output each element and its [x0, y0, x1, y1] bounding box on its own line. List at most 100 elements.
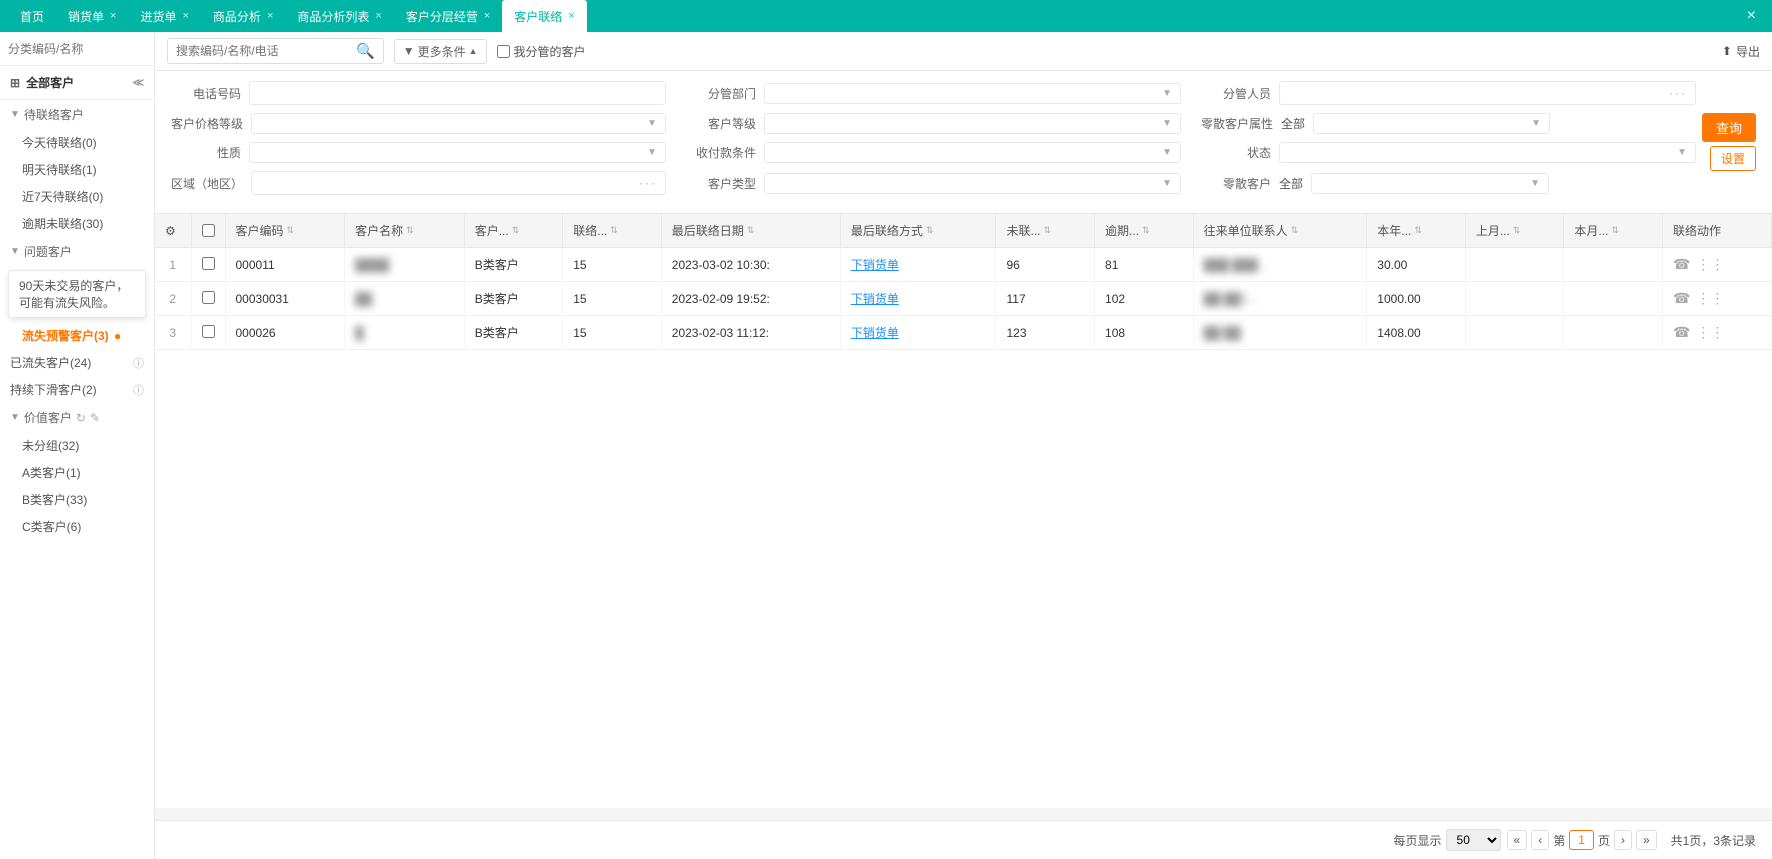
sidebar-declining[interactable]: 持续下滑客户(2) ⓘ	[0, 376, 154, 403]
collapse-icon: ≪	[132, 76, 144, 89]
next-page-button[interactable]: ›	[1614, 830, 1632, 850]
row-checkbox-1[interactable]	[202, 257, 215, 270]
sidebar-churn-warning[interactable]: 流失预警客户(3) ●	[0, 322, 154, 349]
prev-page-button[interactable]: ‹	[1531, 830, 1549, 850]
query-button[interactable]: 查询	[1702, 113, 1756, 142]
contact-action-icon-3[interactable]: ☎	[1673, 324, 1690, 341]
page-label-suffix: 页	[1598, 832, 1610, 849]
filter-dept-select[interactable]: ▼	[764, 83, 1181, 104]
more-action-icon-2[interactable]: ⋮⋮	[1696, 290, 1724, 307]
th-contact[interactable]: 联络... ⇅	[563, 214, 662, 248]
row-num-1: 1	[155, 248, 191, 282]
row-contact-person-2: ██ ██3...	[1193, 282, 1367, 316]
th-last-month[interactable]: 上月... ⇅	[1465, 214, 1564, 248]
settings-button[interactable]: 设置	[1710, 146, 1756, 171]
sidebar-group-problem[interactable]: ▼ 问题客户	[0, 237, 154, 266]
filter-nature-select[interactable]: ▼	[249, 142, 666, 163]
filter-price-level-select[interactable]: ▼	[251, 113, 666, 134]
th-name[interactable]: 客户名称 ⇅	[345, 214, 465, 248]
filter-status: 状态 ▼	[1201, 142, 1696, 163]
filter-person-input[interactable]: ···	[1279, 81, 1696, 105]
th-last-contact-method[interactable]: 最后联络方式 ⇅	[840, 214, 996, 248]
filter-icon: ▼	[403, 44, 415, 58]
edit-icon[interactable]: ✎	[90, 411, 100, 425]
th-last-contact-date[interactable]: 最后联络日期 ⇅	[661, 214, 840, 248]
first-page-button[interactable]: «	[1507, 830, 1528, 850]
row-check-1[interactable]	[191, 248, 225, 282]
page-nav: « ‹ 第 1 页 › »	[1507, 830, 1657, 850]
close-sales-tab[interactable]: ×	[110, 10, 116, 22]
sidebar-tomorrow-pending[interactable]: 明天待联络(1)	[0, 156, 154, 183]
filter-customer-grade-select[interactable]: ▼	[764, 113, 1181, 134]
filter-retail-customer-select[interactable]: ▼	[1311, 173, 1549, 194]
sidebar-week-pending[interactable]: 近7天待联络(0)	[0, 183, 154, 210]
contact-action-icon-2[interactable]: ☎	[1673, 290, 1690, 307]
close-product-analysis-tab[interactable]: ×	[267, 10, 273, 22]
row-last-method-1[interactable]: 下销货单	[840, 248, 996, 282]
more-action-icon-1[interactable]: ⋮⋮	[1696, 256, 1724, 273]
nav-customer-tier[interactable]: 客户分层经营 ×	[394, 0, 502, 32]
nav-sales[interactable]: 销货单 ×	[56, 0, 128, 32]
refresh-icon[interactable]: ↻	[76, 411, 86, 425]
filter-dept: 分管部门 ▼	[686, 83, 1181, 104]
sidebar-churned[interactable]: 已流失客户(24) ⓘ	[0, 349, 154, 376]
th-contact-person[interactable]: 往来单位联系人 ⇅	[1193, 214, 1367, 248]
select-all-checkbox[interactable]	[202, 224, 215, 237]
th-settings[interactable]: ⚙	[155, 214, 191, 248]
main-search-button[interactable]: 🔍	[356, 42, 375, 60]
sidebar-group-pending[interactable]: ▼ 待联络客户	[0, 100, 154, 129]
close-product-list-tab[interactable]: ×	[375, 10, 381, 22]
th-this-year[interactable]: 本年... ⇅	[1367, 214, 1466, 248]
row-uncontacted-3: 123	[996, 316, 1095, 350]
horizontal-scrollbar[interactable]	[155, 808, 1772, 820]
filter-region-input[interactable]: ···	[251, 171, 666, 195]
sidebar-class-c[interactable]: C类客户(6)	[0, 513, 154, 540]
sidebar-group-value[interactable]: ▼ 价值客户 ↻ ✎	[0, 403, 154, 432]
sidebar-search-input[interactable]	[8, 42, 155, 56]
close-customer-contact-tab[interactable]: ×	[568, 10, 574, 22]
filter-status-select[interactable]: ▼	[1279, 142, 1696, 163]
row-last-method-2[interactable]: 下销货单	[840, 282, 996, 316]
export-button[interactable]: ⬆ 导出	[1722, 43, 1760, 60]
th-overdue[interactable]: 逾期... ⇅	[1095, 214, 1194, 248]
th-type[interactable]: 客户... ⇅	[464, 214, 563, 248]
th-uncontacted[interactable]: 未联... ⇅	[996, 214, 1095, 248]
filter-payment-select[interactable]: ▼	[764, 142, 1181, 163]
contact-action-icon-1[interactable]: ☎	[1673, 256, 1690, 273]
more-conditions-button[interactable]: ▼ 更多条件 ▲	[394, 39, 487, 64]
nav-home[interactable]: 首页	[8, 0, 56, 32]
sidebar-overdue-pending[interactable]: 逾期未联络(30)	[0, 210, 154, 237]
my-customers-checkbox[interactable]	[497, 45, 510, 58]
th-checkbox[interactable]	[191, 214, 225, 248]
sidebar-today-pending[interactable]: 今天待联络(0)	[0, 129, 154, 156]
window-close-button[interactable]: ×	[1739, 7, 1764, 25]
sidebar-ungroup[interactable]: 未分组(32)	[0, 432, 154, 459]
row-last-date-1: 2023-03-02 10:30:	[661, 248, 840, 282]
sort-icon-4: ⇅	[610, 225, 618, 236]
filter-price-level-label: 客户价格等级	[171, 115, 243, 132]
sidebar-all-customers[interactable]: ⊞ 全部客户 ≪	[0, 66, 154, 100]
per-page-select[interactable]: 50 20 100	[1446, 829, 1501, 851]
row-checkbox-2[interactable]	[202, 291, 215, 304]
filter-retail-customer: 零散客户 全部 ▼	[1201, 173, 1696, 194]
nav-purchase[interactable]: 进货单 ×	[128, 0, 200, 32]
filter-customer-type-select[interactable]: ▼	[764, 173, 1181, 194]
th-this-month[interactable]: 本月... ⇅	[1564, 214, 1663, 248]
filter-phone-input[interactable]	[249, 81, 666, 105]
row-last-method-3[interactable]: 下销货单	[840, 316, 996, 350]
nav-customer-contact[interactable]: 客户联络 ×	[502, 0, 586, 32]
main-search-input[interactable]	[176, 44, 356, 58]
row-check-3[interactable]	[191, 316, 225, 350]
row-check-2[interactable]	[191, 282, 225, 316]
nav-product-list[interactable]: 商品分析列表 ×	[285, 0, 393, 32]
last-page-button[interactable]: »	[1636, 830, 1657, 850]
row-checkbox-3[interactable]	[202, 325, 215, 338]
filter-retail-attr-select[interactable]: ▼	[1313, 113, 1550, 134]
more-action-icon-3[interactable]: ⋮⋮	[1696, 324, 1724, 341]
sidebar-class-b[interactable]: B类客户(33)	[0, 486, 154, 513]
sidebar-class-a[interactable]: A类客户(1)	[0, 459, 154, 486]
th-code[interactable]: 客户编码 ⇅	[225, 214, 345, 248]
close-purchase-tab[interactable]: ×	[182, 10, 188, 22]
close-customer-tier-tab[interactable]: ×	[484, 10, 490, 22]
nav-product-analysis[interactable]: 商品分析 ×	[201, 0, 285, 32]
